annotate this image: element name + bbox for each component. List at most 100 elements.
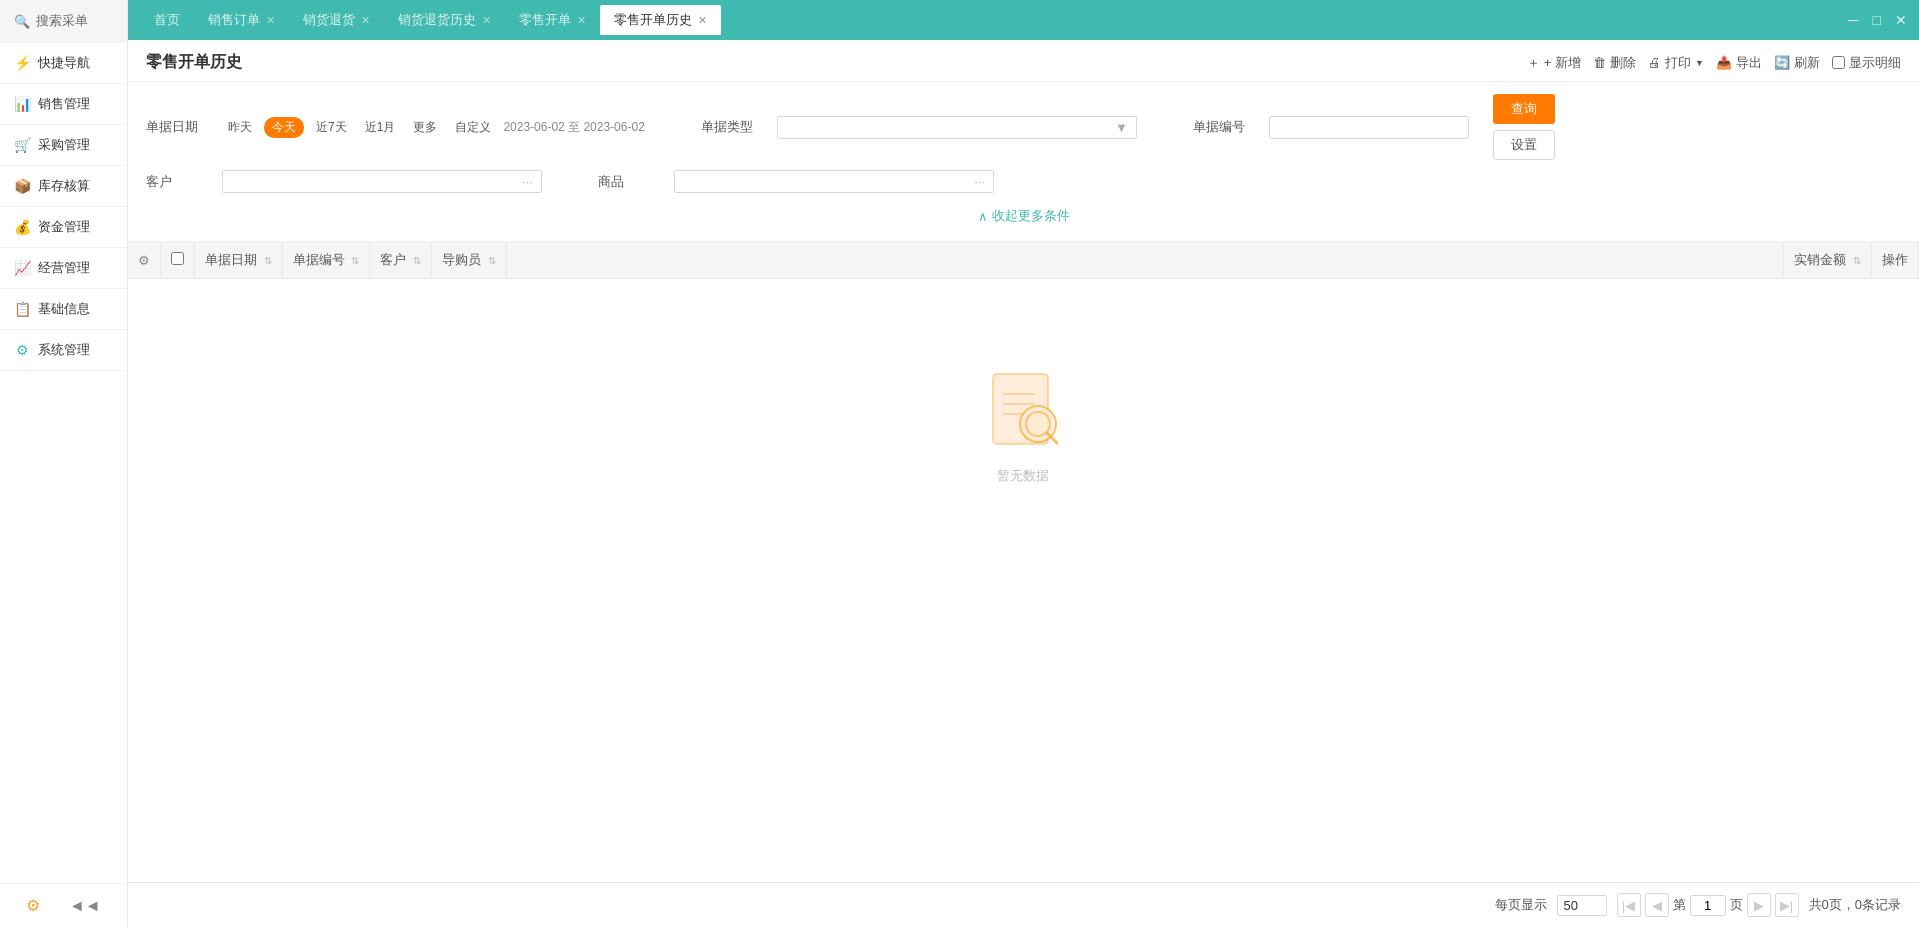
last-month-btn[interactable]: 近1月 [359,117,402,138]
tab-return-history[interactable]: 销货退货历史 ✕ [384,5,505,35]
sidebar-item-label: 资金管理 [38,218,90,236]
basic-info-icon: 📋 [14,301,30,317]
today-btn[interactable]: 今天 [264,117,304,138]
page-prev-btn[interactable]: ◀ [1645,893,1669,917]
sidebar-item-quick-nav[interactable]: ⚡ 快捷导航 [0,43,127,84]
nav-close-icon[interactable]: ✕ [1895,12,1907,28]
export-button[interactable]: 📤 导出 [1716,54,1762,72]
delete-icon: 🗑 [1593,55,1606,70]
query-button[interactable]: 查询 [1493,94,1555,124]
custom-date-btn[interactable]: 自定义 [449,117,497,138]
nav-minimize-icon[interactable]: ─ [1849,12,1859,28]
page-title: 零售开单历史 [146,52,242,73]
th-spacer [506,242,1784,279]
select-all-checkbox[interactable] [171,252,184,265]
tab-home-label: 首页 [154,11,180,29]
sidebar-item-system[interactable]: ⚙ 系统管理 [0,330,127,371]
sidebar-item-finance[interactable]: 💰 资金管理 [0,207,127,248]
empty-text: 暂无数据 [997,467,1049,485]
collapse-sidebar-icon[interactable]: ◄◄ [69,897,101,915]
print-button[interactable]: 🖨 打印 ▼ [1648,54,1704,72]
new-button[interactable]: ＋ + 新增 [1527,54,1581,72]
date-shortcuts: 昨天 今天 近7天 近1月 更多 自定义 2023-06-02 至 2023-0… [222,117,645,138]
th-operation-label: 操作 [1882,252,1908,267]
sidebar-search[interactable]: 🔍 搜索采单 [0,0,127,43]
tab-home[interactable]: 首页 [140,5,194,35]
sidebar-item-label: 库存核算 [38,177,90,195]
tab-sales-order-label: 销售订单 [208,11,260,29]
doc-type-arrow-icon: ▼ [1115,120,1128,135]
header-actions: ＋ + 新增 🗑 删除 🖨 打印 ▼ 📤 导出 🔄 [1527,54,1901,72]
th-doc-date[interactable]: 单据日期 ⇅ [195,242,283,279]
page-last-btn[interactable]: ▶| [1775,893,1799,917]
content-area: 零售开单历史 ＋ + 新增 🗑 删除 🖨 打印 ▼ 📤 导出 [128,40,1919,927]
sidebar-item-sales-mgmt[interactable]: 📊 销售管理 [0,84,127,125]
tab-retail-order-close[interactable]: ✕ [577,14,586,27]
page-nav: |◀ ◀ 第 页 ▶ ▶| [1617,893,1799,917]
refresh-icon: 🔄 [1774,55,1790,70]
new-label: + 新增 [1544,54,1581,72]
page-next-btn[interactable]: ▶ [1747,893,1771,917]
tab-retail-history-label: 零售开单历史 [614,11,692,29]
page-first-btn[interactable]: |◀ [1617,893,1641,917]
th-amount[interactable]: 实销金额 ⇅ [1784,242,1872,279]
print-icon: 🖨 [1648,55,1661,70]
top-nav: 首页 销售订单 ✕ 销货退货 ✕ 销货退货历史 ✕ 零售开单 ✕ 零售开单历史 … [128,0,1919,40]
display-detail-checkbox[interactable]: 显示明细 [1832,54,1901,72]
nav-maximize-icon[interactable]: □ [1873,12,1881,28]
refresh-button[interactable]: 🔄 刷新 [1774,54,1820,72]
sidebar-item-operations[interactable]: 📈 经营管理 [0,248,127,289]
last7days-btn[interactable]: 近7天 [310,117,353,138]
customer-sort-icon: ⇅ [413,255,421,266]
goods-input[interactable]: ··· [674,170,994,193]
sidebar-item-label: 销售管理 [38,95,90,113]
sidebar-item-purchase-mgmt[interactable]: 🛒 采购管理 [0,125,127,166]
th-doc-number[interactable]: 单据编号 ⇅ [282,242,370,279]
tab-retail-order[interactable]: 零售开单 ✕ [505,5,600,35]
doc-type-select[interactable]: ▼ [777,116,1137,139]
page-input[interactable] [1690,895,1726,916]
page-word-pre: 第 [1673,896,1686,914]
page-size-label: 每页显示 [1495,896,1547,914]
table-header: ⚙ 单据日期 ⇅ 单据编号 ⇅ [128,242,1919,279]
sidebar-search-label: 搜索采单 [36,12,88,30]
settings-bottom-icon[interactable]: ⚙ [26,896,40,915]
purchase-icon: 🛒 [14,137,30,153]
data-table: ⚙ 单据日期 ⇅ 单据编号 ⇅ [128,242,1919,565]
tab-retail-history-close[interactable]: ✕ [698,14,707,27]
doc-number-input[interactable] [1269,116,1469,139]
th-doc-date-label: 单据日期 [205,252,257,267]
finance-icon: 💰 [14,219,30,235]
tab-sales-order[interactable]: 销售订单 ✕ [194,5,289,35]
pagination-bar: 每页显示 50 100 200 |◀ ◀ 第 页 ▶ ▶| 共0页，0条记录 [128,882,1919,927]
th-customer[interactable]: 客户 ⇅ [370,242,432,279]
th-guide[interactable]: 导购员 ⇅ [431,242,506,279]
display-detail-check[interactable] [1832,56,1845,69]
delete-button[interactable]: 🗑 删除 [1593,54,1636,72]
refresh-label: 刷新 [1794,54,1820,72]
page-word: 页 [1730,896,1743,914]
date-filter-label: 单据日期 [146,118,206,136]
doc-number-label: 单据编号 [1193,118,1253,136]
search-icon: 🔍 [14,14,30,29]
customer-input[interactable]: ··· [222,170,542,193]
tab-sales-order-close[interactable]: ✕ [266,14,275,27]
column-settings-icon[interactable]: ⚙ [138,253,150,268]
more-date-btn[interactable]: 更多 [407,117,443,138]
sidebar-item-basic-info[interactable]: 📋 基础信息 [0,289,127,330]
tab-return-history-close[interactable]: ✕ [482,14,491,27]
yesterday-btn[interactable]: 昨天 [222,117,258,138]
collapse-filter-btn[interactable]: ∧ 收起更多条件 [146,203,1901,229]
tab-return-close[interactable]: ✕ [361,14,370,27]
set-button[interactable]: 设置 [1493,130,1555,160]
collapse-label: 收起更多条件 [992,207,1070,225]
tab-retail-history[interactable]: 零售开单历史 ✕ [600,5,721,35]
goods-dots-icon: ··· [974,174,985,189]
tab-return-history-label: 销货退货历史 [398,11,476,29]
page-size-select[interactable]: 50 100 200 [1557,895,1607,916]
export-label: 导出 [1736,54,1762,72]
tab-return[interactable]: 销货退货 ✕ [289,5,384,35]
sidebar-item-inventory[interactable]: 📦 库存核算 [0,166,127,207]
th-settings: ⚙ [128,242,161,279]
date-range-display: 2023-06-02 至 2023-06-02 [503,119,644,136]
